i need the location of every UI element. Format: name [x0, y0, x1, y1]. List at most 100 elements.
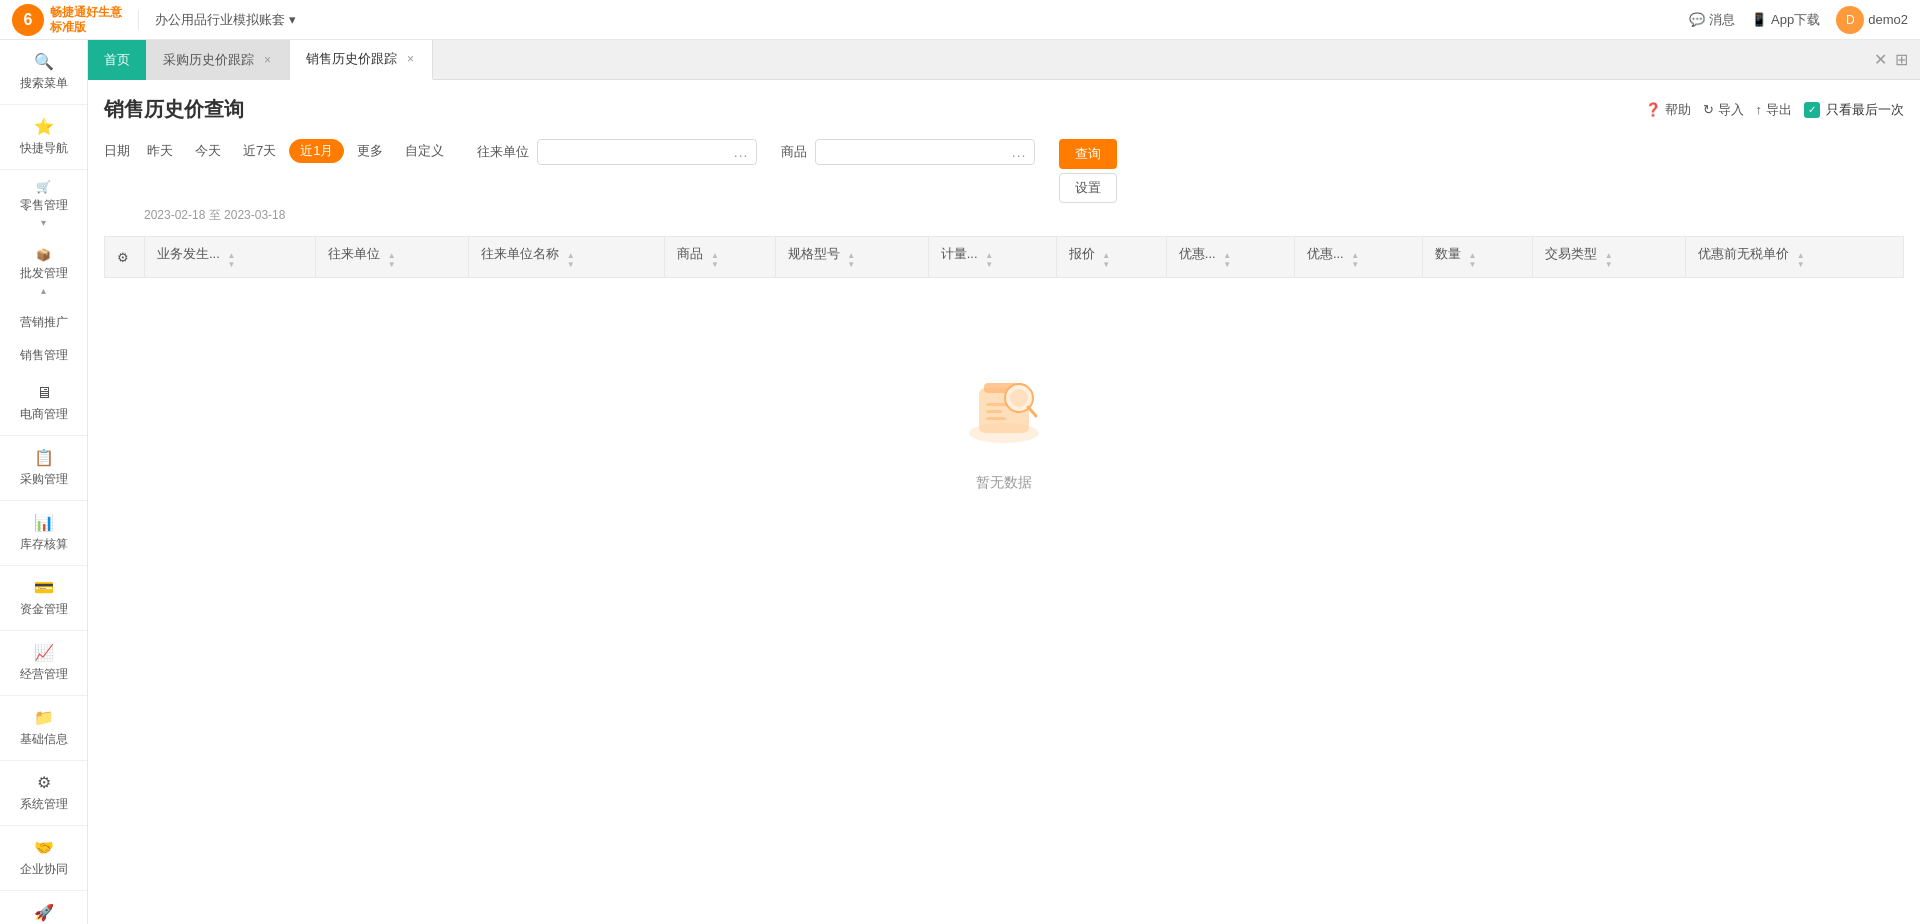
- basic-info-icon: 📁: [34, 708, 54, 727]
- sidebar-item-basic-info[interactable]: 📁 基础信息: [0, 696, 87, 761]
- sort-arrows: ▲ ▼: [1351, 252, 1359, 269]
- col-quantity[interactable]: 数量 ▲ ▼: [1422, 237, 1532, 278]
- logo-text: 畅捷通好生意 标准版: [50, 5, 122, 34]
- sidebar-item-inventory[interactable]: 📊 库存核算: [0, 501, 87, 566]
- sidebar: 🔍 搜索菜单 ⭐ 快捷导航 🛒 零售管理 ▾ 📦 批发管理 ▴ 营销推广 销售管…: [0, 40, 88, 924]
- import-button[interactable]: ↻ 导入: [1703, 101, 1744, 119]
- svg-line-5: [1028, 407, 1036, 416]
- svg-rect-6: [986, 403, 1008, 406]
- close-window-button[interactable]: ✕: [1874, 50, 1887, 69]
- topbar-divider: [138, 10, 139, 30]
- app-download-button[interactable]: 📱 App下载: [1751, 11, 1820, 29]
- date-1month-btn[interactable]: 近1月: [289, 139, 344, 163]
- sidebar-item-retail-mgmt[interactable]: 🛒 零售管理 ▾: [0, 170, 87, 238]
- sidebar-item-enterprise-coop[interactable]: 🤝 企业协同: [0, 826, 87, 891]
- inventory-icon: 📊: [34, 513, 54, 532]
- message-button[interactable]: 💬 消息: [1689, 11, 1735, 29]
- sidebar-item-purchase-mgmt[interactable]: 📋 采购管理: [0, 436, 87, 501]
- table-header: ⚙ 业务发生... ▲ ▼ 往来单位 ▲: [105, 237, 1904, 278]
- sidebar-item-wholesale-mgmt[interactable]: 📦 批发管理 ▴: [0, 238, 87, 306]
- col-biz-date[interactable]: 业务发生... ▲ ▼: [145, 237, 316, 278]
- tab-purchase-history[interactable]: 采购历史价跟踪 ×: [147, 40, 290, 80]
- goods-filter: 商品 ...: [781, 139, 1035, 165]
- sidebar-item-marketing[interactable]: 营销推广: [0, 306, 87, 339]
- sort-arrows: ▲ ▼: [1223, 252, 1231, 269]
- sidebar-item-operation-mgmt[interactable]: 📈 经营管理: [0, 631, 87, 696]
- sidebar-item-system-mgmt[interactable]: ⚙ 系统管理: [0, 761, 87, 826]
- col-discount2[interactable]: 优惠... ▲ ▼: [1294, 237, 1422, 278]
- sidebar-item-sales-mgmt[interactable]: 销售管理: [0, 339, 87, 372]
- tab-home[interactable]: 首页: [88, 40, 147, 80]
- operation-icon: 📈: [34, 643, 54, 662]
- svg-rect-8: [986, 417, 1006, 420]
- sidebar-item-search-menu[interactable]: 🔍 搜索菜单: [0, 40, 87, 105]
- empty-icon: [954, 358, 1054, 458]
- col-pre-tax-price[interactable]: 优惠前无税单价 ▲ ▼: [1686, 237, 1904, 278]
- purchase-icon: 📋: [34, 448, 54, 467]
- date-today-btn[interactable]: 今天: [186, 139, 230, 163]
- col-trade-type[interactable]: 交易类型 ▲ ▼: [1533, 237, 1686, 278]
- main-layout: 🔍 搜索菜单 ⭐ 快捷导航 🛒 零售管理 ▾ 📦 批发管理 ▴ 营销推广 销售管…: [0, 40, 1920, 924]
- col-unit[interactable]: 计量... ▲ ▼: [928, 237, 1056, 278]
- col-settings[interactable]: ⚙: [105, 237, 145, 278]
- date-shortcuts: 昨天 今天 近7天 近1月 更多 自定义: [138, 139, 453, 163]
- sidebar-item-finance-mgmt[interactable]: 💳 资金管理: [0, 566, 87, 631]
- message-icon: 💬: [1689, 12, 1705, 27]
- logo-area: 6 畅捷通好生意 标准版: [12, 4, 122, 36]
- only-latest-checkbox[interactable]: ✓: [1804, 102, 1820, 118]
- date-more-btn[interactable]: 更多: [348, 139, 392, 163]
- sidebar-item-ecom-mgmt[interactable]: 🖥 电商管理: [0, 372, 87, 436]
- date-filter: 日期 昨天 今天 近7天 近1月 更多 自定义: [104, 139, 453, 163]
- goods-input[interactable]: ...: [815, 139, 1035, 165]
- chevron-down-icon: ▾: [289, 12, 296, 27]
- partner-input[interactable]: ...: [537, 139, 757, 165]
- col-discount1[interactable]: 优惠... ▲ ▼: [1166, 237, 1294, 278]
- tab-close-purchase-history[interactable]: ×: [262, 51, 273, 69]
- col-partner-code[interactable]: 往来单位 ▲ ▼: [316, 237, 469, 278]
- export-button[interactable]: ↑ 导出: [1756, 101, 1793, 119]
- help-button[interactable]: ❓ 帮助: [1645, 101, 1691, 119]
- avatar: D: [1836, 6, 1864, 34]
- sort-arrows: ▲ ▼: [388, 252, 396, 269]
- col-goods[interactable]: 商品 ▲ ▼: [665, 237, 775, 278]
- settings-icon[interactable]: ⚙: [117, 250, 129, 265]
- wholesale-icon: 📦: [36, 248, 51, 262]
- query-button[interactable]: 查询: [1059, 139, 1117, 169]
- logo-icon: 6: [12, 4, 44, 36]
- star-icon: ⭐: [34, 117, 54, 136]
- tab-close-sales-history[interactable]: ×: [405, 50, 416, 68]
- sort-arrows: ▲ ▼: [985, 252, 993, 269]
- finance-icon: 💳: [34, 578, 54, 597]
- goods-search-icon: ...: [1012, 144, 1027, 160]
- col-partner-name[interactable]: 往来单位名称 ▲ ▼: [469, 237, 665, 278]
- retail-icon: 🛒: [36, 180, 51, 194]
- sort-arrows: ▲ ▼: [847, 252, 855, 269]
- import-icon: ↻: [1703, 102, 1714, 117]
- date-range-display: 2023-02-18 至 2023-03-18: [144, 208, 285, 222]
- data-table: ⚙ 业务发生... ▲ ▼ 往来单位 ▲: [104, 236, 1904, 278]
- date-custom-btn[interactable]: 自定义: [396, 139, 453, 163]
- only-latest-toggle[interactable]: ✓ 只看最后一次: [1804, 101, 1904, 119]
- tab-sales-history[interactable]: 销售历史价跟踪 ×: [290, 40, 433, 80]
- partner-filter: 往来单位 ...: [477, 139, 757, 165]
- sidebar-item-new-guide[interactable]: 🚀 新手引导: [0, 891, 87, 924]
- col-quote[interactable]: 报价 ▲ ▼: [1056, 237, 1166, 278]
- guide-icon: 🚀: [34, 903, 54, 922]
- topbar-left: 6 畅捷通好生意 标准版 办公用品行业模拟账套 ▾: [12, 4, 296, 36]
- tab-bar-actions: ✕ ⊞: [1874, 50, 1920, 69]
- app-selector[interactable]: 办公用品行业模拟账套 ▾: [155, 11, 296, 29]
- svg-point-4: [1010, 389, 1028, 407]
- sidebar-item-quick-nav[interactable]: ⭐ 快捷导航: [0, 105, 87, 170]
- settings-button[interactable]: 设置: [1059, 173, 1117, 203]
- date-7days-btn[interactable]: 近7天: [234, 139, 285, 163]
- date-yesterday-btn[interactable]: 昨天: [138, 139, 182, 163]
- sort-arrows: ▲ ▼: [1469, 252, 1477, 269]
- page-title: 销售历史价查询: [104, 96, 244, 123]
- sort-arrows: ▲ ▼: [567, 252, 575, 269]
- maximize-button[interactable]: ⊞: [1895, 50, 1908, 69]
- topbar-right: 💬 消息 📱 App下载 D demo2: [1689, 6, 1908, 34]
- user-menu[interactable]: D demo2: [1836, 6, 1908, 34]
- sort-arrows: ▲ ▼: [1797, 252, 1805, 269]
- col-spec[interactable]: 规格型号 ▲ ▼: [775, 237, 928, 278]
- sort-arrows: ▲ ▼: [1102, 252, 1110, 269]
